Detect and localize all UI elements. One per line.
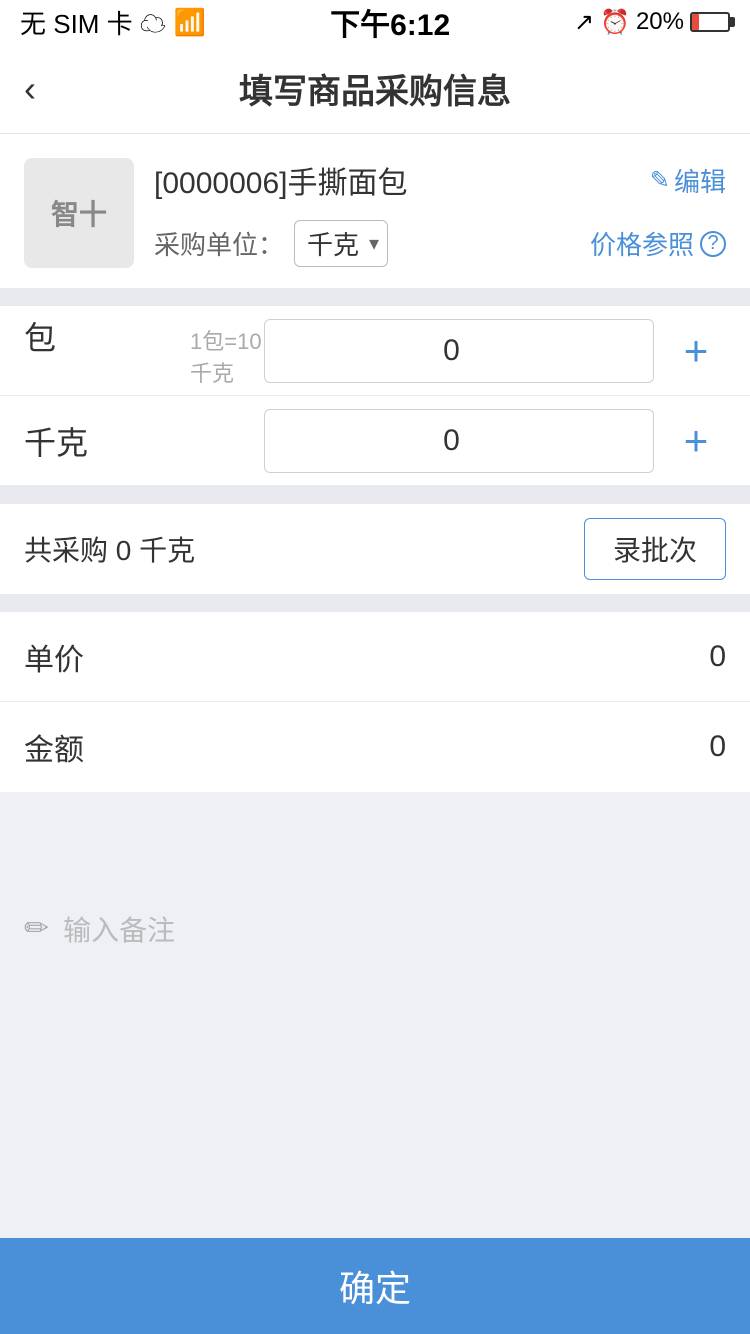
bao-input[interactable] xyxy=(264,319,654,383)
price-ref-button[interactable]: 价格参照 ? xyxy=(590,225,726,262)
summary-amount: 0 xyxy=(116,535,132,566)
edit-icon: ✎ xyxy=(650,166,670,195)
alarm-icon: ⏰ xyxy=(600,8,630,37)
unit-label: 采购单位： xyxy=(154,225,284,262)
status-time: 下午6:12 xyxy=(330,0,450,44)
status-right: ↗ ⏰ 20% xyxy=(574,8,730,37)
unit-select-value: 千克 xyxy=(307,225,359,262)
product-name-row: [0000006]手撕面包 ✎ 编辑 xyxy=(154,158,726,202)
battery-icon xyxy=(690,12,730,32)
batch-button[interactable]: 录批次 xyxy=(584,518,726,580)
kg-input-row: 千克 + xyxy=(0,396,750,486)
kg-label: 千克 xyxy=(24,418,184,464)
section-divider-1 xyxy=(0,288,750,306)
bao-input-row: 包 1包=10千克 + xyxy=(0,306,750,396)
unit-price-value: 0 xyxy=(709,640,726,674)
kg-plus-button[interactable]: + xyxy=(666,411,726,471)
product-image-label: 智十 xyxy=(51,193,107,233)
section-divider-2 xyxy=(0,486,750,504)
summary-text: 共采购 0 千克 xyxy=(24,529,195,569)
kg-label-group: 千克 xyxy=(24,418,264,464)
summary-unit: 千克 xyxy=(139,535,195,566)
unit-price-row: 单价 0 xyxy=(0,612,750,702)
unit-row: 采购单位： 千克 价格参照 ? xyxy=(154,220,726,267)
summary-prefix: 共采购 xyxy=(24,535,108,566)
remark-placeholder: 输入备注 xyxy=(63,909,175,949)
edit-button[interactable]: ✎ 编辑 xyxy=(650,162,726,199)
section-divider-3 xyxy=(0,594,750,612)
amount-label: 金额 xyxy=(24,725,84,769)
unit-select[interactable]: 千克 xyxy=(294,220,388,267)
wifi-icon: 📶 xyxy=(174,7,206,38)
location-icon: ↗ xyxy=(574,8,594,37)
price-section: 单价 0 金额 0 xyxy=(0,612,750,792)
bao-sublabel: 1包=10千克 xyxy=(190,324,264,388)
unit-price-label: 单价 xyxy=(24,635,84,679)
amount-value: 0 xyxy=(709,730,726,764)
nav-bar: ‹ 填写商品采购信息 xyxy=(0,44,750,134)
content-area xyxy=(0,1065,750,1238)
summary-section: 共采购 0 千克 录批次 xyxy=(0,486,750,612)
confirm-button[interactable]: 确定 xyxy=(0,1238,750,1334)
status-left: 无 SIM 卡 ☁ 📶 xyxy=(20,4,206,41)
product-info: [0000006]手撕面包 ✎ 编辑 采购单位： 千克 价格参照 ? xyxy=(154,158,726,267)
status-bar: 无 SIM 卡 ☁ 📶 下午6:12 ↗ ⏰ 20% xyxy=(0,0,750,44)
summary-row: 共采购 0 千克 录批次 xyxy=(0,504,750,594)
price-ref-icon: ? xyxy=(700,231,726,257)
product-image: 智十 xyxy=(24,158,134,268)
price-ref-label: 价格参照 xyxy=(590,225,694,262)
input-section: 包 1包=10千克 + 千克 + xyxy=(0,306,750,486)
edit-label: 编辑 xyxy=(674,162,726,199)
bao-plus-button[interactable]: + xyxy=(666,321,726,381)
amount-row: 金额 0 xyxy=(0,702,750,792)
bao-label-group: 包 1包=10千克 xyxy=(24,313,264,388)
bao-label: 包 xyxy=(24,313,184,359)
product-card: 智十 [0000006]手撕面包 ✎ 编辑 采购单位： 千克 价格参照 ? xyxy=(0,134,750,288)
pencil-icon: ✏ xyxy=(24,911,49,946)
product-name: [0000006]手撕面包 xyxy=(154,158,407,202)
remark-section[interactable]: ✏ 输入备注 xyxy=(0,792,750,1065)
battery-percent: 20% xyxy=(636,8,684,36)
kg-input[interactable] xyxy=(264,409,654,473)
back-button[interactable]: ‹ xyxy=(24,68,36,110)
sim-status: 无 SIM 卡 ☁ xyxy=(20,4,166,41)
page-title: 填写商品采购信息 xyxy=(239,64,511,113)
